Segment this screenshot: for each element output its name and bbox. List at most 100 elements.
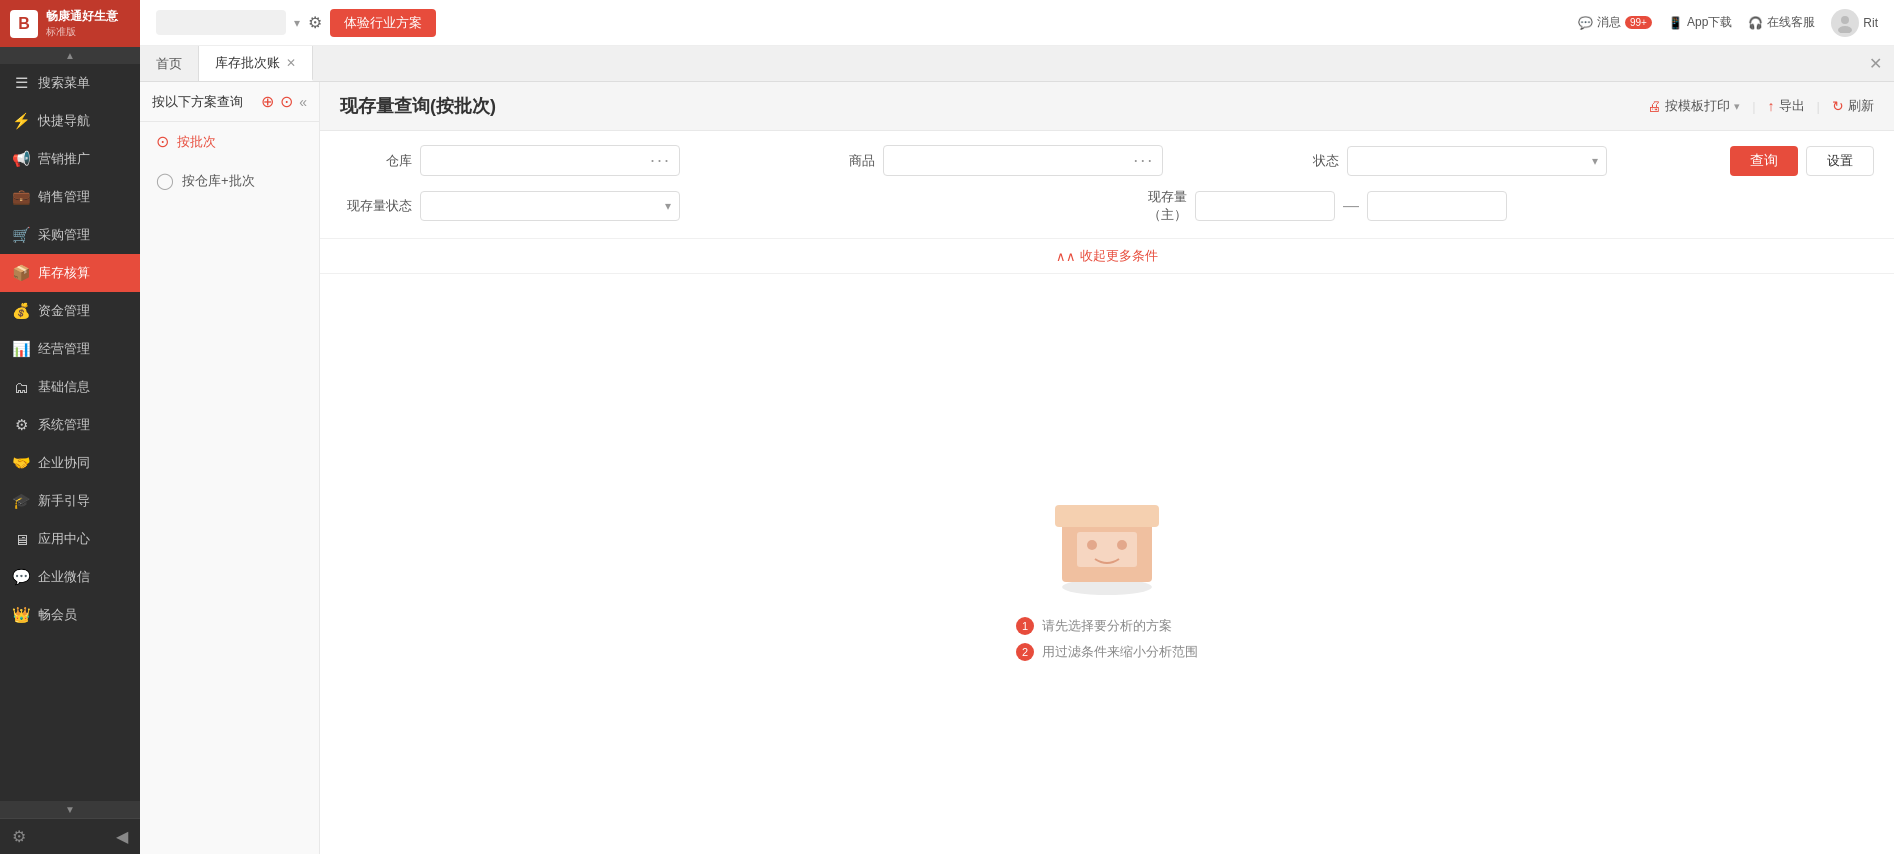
app-download-action[interactable]: 📱 App下载	[1668, 14, 1732, 31]
empty-step-2: 2 用过滤条件来缩小分析范围	[1016, 643, 1198, 661]
tab-close-icon[interactable]: ✕	[286, 56, 296, 70]
business-icon: 📊	[12, 340, 30, 358]
sidebar-item-label-inventory: 库存核算	[38, 264, 90, 282]
sidebar-settings-icon[interactable]: ⚙	[12, 827, 26, 846]
status-chevron-icon: ▾	[1592, 154, 1598, 168]
basic-icon: 🗂	[12, 379, 30, 396]
print-template-action[interactable]: 🖨 按模板打印 ▾	[1647, 97, 1740, 115]
empty-step-1: 1 请先选择要分析的方案	[1016, 617, 1198, 635]
inventory-qty-label: 现存量（主）	[1115, 188, 1195, 224]
add-scheme-icon[interactable]: ⊕	[261, 92, 274, 111]
warehouse-input-wrap[interactable]: ···	[420, 145, 680, 176]
status-label: 状态	[1267, 152, 1347, 170]
inventory-qty-to-input[interactable]	[1376, 199, 1544, 214]
scheme-item-by-warehouse-batch[interactable]: ◯ 按仓库+批次	[140, 161, 319, 200]
left-panel-title: 按以下方案查询	[152, 93, 243, 111]
tab-home[interactable]: 首页	[140, 46, 199, 81]
batch-active-icon: ⊙	[156, 132, 169, 151]
inventory-qty-dash: —	[1335, 197, 1367, 215]
empty-state: 1 请先选择要分析的方案 2 用过滤条件来缩小分析范围	[320, 274, 1894, 854]
tab-close-panel[interactable]: ✕	[1857, 46, 1894, 81]
goods-more-icon[interactable]: ···	[1133, 150, 1154, 171]
settings-scheme-icon[interactable]: ⊙	[280, 92, 293, 111]
refresh-action[interactable]: ↻ 刷新	[1832, 97, 1874, 115]
svg-point-7	[1117, 540, 1127, 550]
scheme-item-by-batch[interactable]: ⊙ 按批次	[140, 122, 319, 161]
inventory-qty-to[interactable]	[1367, 191, 1507, 221]
sidebar-item-marketing[interactable]: 📢 营销推广	[0, 140, 140, 178]
divider1: |	[1752, 99, 1755, 114]
sidebar-item-quick-nav[interactable]: ⚡ 快捷导航	[0, 102, 140, 140]
filter-group-status: 状态 ▾	[1267, 146, 1714, 176]
topbar-left: ▾ ⚙ 体验行业方案	[156, 9, 1570, 37]
sidebar-scroll-up[interactable]: ▲	[0, 47, 140, 64]
goods-label: 商品	[803, 152, 883, 170]
print-icon: 🖨	[1647, 98, 1661, 114]
sidebar-item-member[interactable]: 👑 畅会员	[0, 596, 140, 634]
step-num-2: 2	[1016, 643, 1034, 661]
filter-row-2: 现存量状态 ▾ 现存量（主） —	[340, 188, 1874, 224]
sales-icon: 💼	[12, 188, 30, 206]
topbar-username[interactable]: Rit	[1863, 16, 1878, 30]
sidebar-item-enterprise[interactable]: 🤝 企业协同	[0, 444, 140, 482]
svg-point-0	[1841, 16, 1849, 24]
sidebar-item-inventory[interactable]: 📦 库存核算	[0, 254, 140, 292]
sidebar-item-business[interactable]: 📊 经营管理	[0, 330, 140, 368]
sidebar-item-newbie[interactable]: 🎓 新手引导	[0, 482, 140, 520]
scheme-label-by-warehouse-batch: 按仓库+批次	[182, 172, 255, 190]
collapse-panel-icon[interactable]: «	[299, 94, 307, 110]
divider2: |	[1817, 99, 1820, 114]
page-header: 现存量查询(按批次) 🖨 按模板打印 ▾ | ↑ 导出 | ↻	[320, 82, 1894, 131]
inventory-status-label: 现存量状态	[340, 197, 420, 215]
collapse-bar[interactable]: ∧∧ 收起更多条件	[320, 239, 1894, 274]
tab-batch-account[interactable]: 库存批次账 ✕	[199, 46, 313, 81]
svg-rect-5	[1077, 532, 1137, 567]
settings-button[interactable]: 设置	[1806, 146, 1874, 176]
query-button[interactable]: 查询	[1730, 146, 1798, 176]
sidebar-version: 标准版	[46, 25, 118, 39]
sidebar-item-wechat[interactable]: 💬 企业微信	[0, 558, 140, 596]
online-service-action[interactable]: 🎧 在线客服	[1748, 14, 1815, 31]
sidebar-item-label-wechat: 企业微信	[38, 568, 90, 586]
filter-row-1: 仓库 ··· 商品 ···	[340, 145, 1874, 176]
inventory-qty-from[interactable]	[1195, 191, 1335, 221]
sidebar-collapse-icon[interactable]: ◀	[116, 827, 128, 846]
sidebar-item-label-finance: 资金管理	[38, 302, 90, 320]
empty-illustration	[1037, 467, 1177, 597]
status-select[interactable]: ▾	[1347, 146, 1607, 176]
export-action[interactable]: ↑ 导出	[1768, 97, 1805, 115]
topbar-chevron-icon[interactable]: ▾	[294, 16, 300, 30]
sidebar-item-purchase[interactable]: 🛒 采购管理	[0, 216, 140, 254]
user-action[interactable]: Rit	[1831, 9, 1878, 37]
user-avatar	[1831, 9, 1859, 37]
messages-action[interactable]: 💬 消息 99+	[1578, 14, 1652, 31]
filter-section: 仓库 ··· 商品 ···	[320, 131, 1894, 274]
sidebar-logo: B	[10, 10, 38, 38]
messages-label: 消息	[1597, 14, 1621, 31]
sidebar-item-system[interactable]: ⚙ 系统管理	[0, 406, 140, 444]
inventory-status-select[interactable]: ▾	[420, 191, 680, 221]
filter-area: 仓库 ··· 商品 ···	[320, 131, 1894, 239]
warehouse-more-icon[interactable]: ···	[650, 150, 671, 171]
sidebar-scroll-down[interactable]: ▼	[0, 801, 140, 818]
app-download-label: App下载	[1687, 14, 1732, 31]
page-title: 现存量查询(按批次)	[340, 94, 496, 118]
sidebar-item-app-center[interactable]: 🖥 应用中心	[0, 520, 140, 558]
sidebar-item-sales[interactable]: 💼 销售管理	[0, 178, 140, 216]
sidebar-item-basic[interactable]: 🗂 基础信息	[0, 368, 140, 406]
experience-btn[interactable]: 体验行业方案	[330, 9, 436, 37]
print-chevron-icon[interactable]: ▾	[1734, 100, 1740, 113]
svg-point-6	[1087, 540, 1097, 550]
topbar-gear-icon[interactable]: ⚙	[308, 13, 322, 32]
sidebar-item-search[interactable]: ☰ 搜索菜单	[0, 64, 140, 102]
inventory-status-chevron-icon: ▾	[665, 199, 671, 213]
enterprise-icon: 🤝	[12, 454, 30, 472]
sidebar-item-finance[interactable]: 💰 资金管理	[0, 292, 140, 330]
inventory-icon: 📦	[12, 264, 30, 282]
close-panel-icon[interactable]: ✕	[1869, 54, 1882, 73]
filter-group-inventory-status: 现存量状态 ▾	[340, 191, 1099, 221]
print-template-label: 按模板打印	[1665, 97, 1730, 115]
empty-step-2-text: 用过滤条件来缩小分析范围	[1042, 643, 1198, 661]
topbar-search-box[interactable]	[156, 10, 286, 35]
goods-input-wrap[interactable]: ···	[883, 145, 1163, 176]
